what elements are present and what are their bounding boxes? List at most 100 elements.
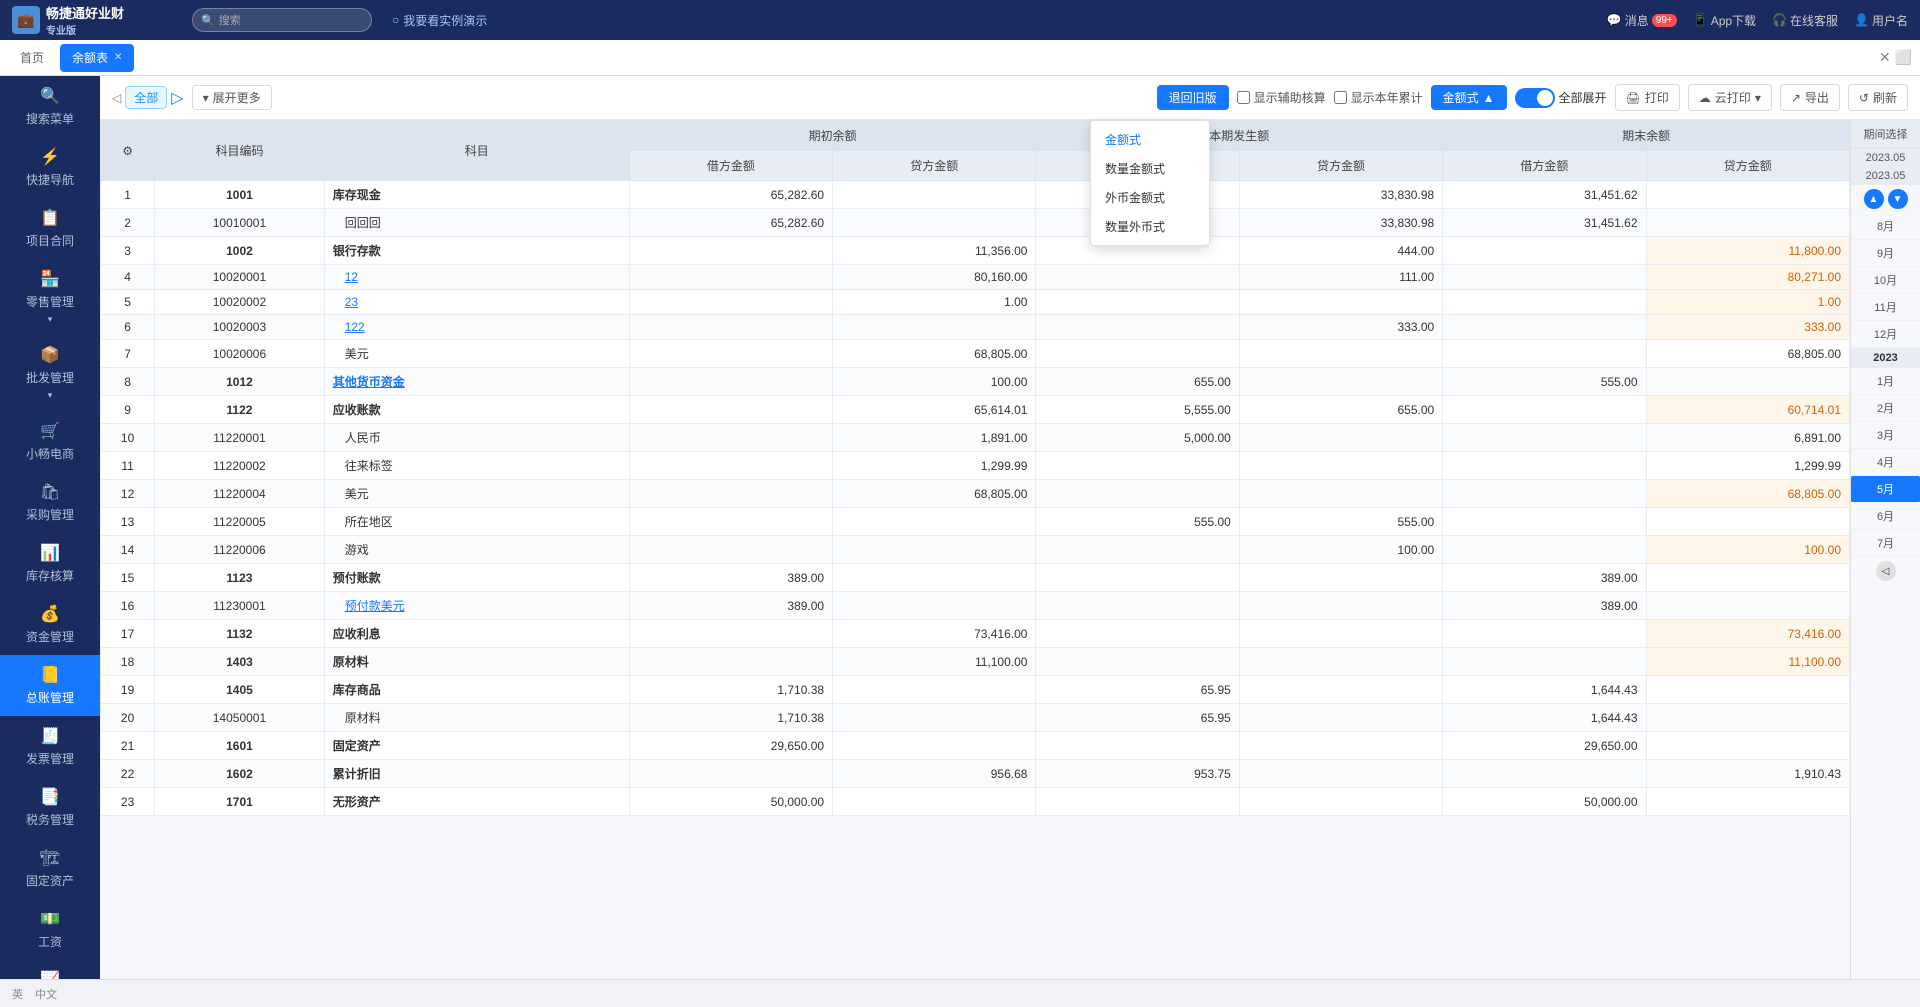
sidebar-item-quicknav[interactable]: ⚡ 快捷导航 bbox=[0, 137, 100, 198]
sidebar-label-salary: 工资 bbox=[38, 933, 62, 950]
status-lang-en[interactable]: 英 bbox=[12, 986, 23, 1002]
date-collapse-btn[interactable]: ◁ bbox=[1876, 561, 1896, 581]
cell-eb_dr bbox=[1443, 480, 1646, 508]
date-month-oct[interactable]: 10月 bbox=[1851, 267, 1920, 294]
cell-name: 人民币 bbox=[324, 424, 629, 452]
invoice-icon: 🧾 bbox=[40, 726, 60, 746]
date-nav-up[interactable]: ▲ bbox=[1864, 189, 1884, 209]
date-month-sep[interactable]: 9月 bbox=[1851, 240, 1920, 267]
filter-forward-icon[interactable]: ▷ bbox=[171, 88, 183, 108]
purchase-icon: 🛍 bbox=[40, 482, 60, 502]
message-btn[interactable]: 💬 消息 99+ bbox=[1607, 12, 1677, 29]
search-bar[interactable]: 🔍 搜索 bbox=[192, 8, 372, 32]
date-nav-down[interactable]: ▼ bbox=[1888, 189, 1908, 209]
project-icon: 📋 bbox=[40, 208, 60, 228]
nav-back-icon[interactable]: ◁ bbox=[112, 91, 121, 105]
mode-option-amount[interactable]: 金额式 bbox=[1091, 125, 1209, 154]
table-row: 210010001回回回65,282.6033,830.9831,451.62 bbox=[101, 209, 1850, 237]
cell-eb_dr bbox=[1443, 620, 1646, 648]
cell-code: 1002 bbox=[155, 237, 324, 265]
tab-home-label: 首页 bbox=[20, 49, 44, 66]
cell-cr bbox=[1239, 620, 1442, 648]
show-yearly-checkbox-group: 显示本年累计 bbox=[1334, 89, 1423, 106]
cell-eb_cr: 80,271.00 bbox=[1646, 265, 1849, 290]
close-window-btn[interactable]: ✕ bbox=[1879, 49, 1891, 66]
tab-balance[interactable]: 余额表 ✕ bbox=[60, 44, 134, 72]
refresh-btn[interactable]: ↺ 刷新 bbox=[1848, 84, 1908, 111]
online-service-btn[interactable]: 🎧 在线客服 bbox=[1772, 12, 1838, 29]
cell-name-link[interactable]: 23 bbox=[345, 295, 358, 309]
cloud-print-btn[interactable]: ☁ 云打印 ▾ bbox=[1688, 84, 1772, 111]
date-month-feb[interactable]: 2月 bbox=[1851, 395, 1920, 422]
sidebar-item-project[interactable]: 📋 项目合同 bbox=[0, 198, 100, 259]
sidebar-item-wholesale[interactable]: 📦 批发管理 ▾ bbox=[0, 335, 100, 411]
cell-code[interactable]: 10020003 bbox=[155, 315, 324, 340]
date-month-mar[interactable]: 3月 bbox=[1851, 422, 1920, 449]
cell-code[interactable]: 10020002 bbox=[155, 290, 324, 315]
cell-name-link[interactable]: 其他货币资金 bbox=[333, 375, 405, 389]
sidebar-item-retail[interactable]: 🏪 零售管理 ▾ bbox=[0, 259, 100, 335]
cell-ob_dr bbox=[629, 536, 832, 564]
tab-close-icon[interactable]: ✕ bbox=[114, 52, 122, 63]
back-old-version-btn[interactable]: 退回旧版 bbox=[1157, 85, 1229, 110]
cell-eb_cr bbox=[1646, 676, 1849, 704]
export-btn[interactable]: ↗ 导出 bbox=[1780, 84, 1840, 111]
date-month-jul[interactable]: 7月 bbox=[1851, 530, 1920, 557]
sidebar-item-inventory[interactable]: 📊 库存核算 bbox=[0, 533, 100, 594]
sidebar-item-capital[interactable]: 💰 资金管理 bbox=[0, 594, 100, 655]
sidebar-item-salary[interactable]: 💵 工资 bbox=[0, 899, 100, 960]
show-assist-checkbox[interactable] bbox=[1237, 91, 1250, 104]
demo-link[interactable]: ○ 我要看实例演示 bbox=[392, 12, 487, 29]
date-month-aug[interactable]: 8月 bbox=[1851, 213, 1920, 240]
cell-eb_cr: 6,891.00 bbox=[1646, 424, 1849, 452]
cell-eb_dr bbox=[1443, 265, 1646, 290]
cell-cr bbox=[1239, 480, 1442, 508]
cell-eb_cr bbox=[1646, 508, 1849, 536]
date-month-jun[interactable]: 6月 bbox=[1851, 503, 1920, 530]
sidebar-item-ledger[interactable]: 📒 总账管理 bbox=[0, 655, 100, 716]
cell-eb_cr: 1.00 bbox=[1646, 290, 1849, 315]
app-download-btn[interactable]: 📱 App下载 bbox=[1693, 12, 1756, 29]
date-month-dec[interactable]: 12月 bbox=[1851, 321, 1920, 348]
cell-code[interactable]: 10020001 bbox=[155, 265, 324, 290]
mode-dropdown-btn[interactable]: 金额式 ▲ bbox=[1431, 85, 1507, 110]
cell-code[interactable]: 1012 bbox=[155, 368, 324, 396]
cell-name-link[interactable]: 预付款美元 bbox=[345, 599, 405, 613]
date-month-may[interactable]: 5月 bbox=[1851, 476, 1920, 503]
user-avatar[interactable]: 👤 用户名 bbox=[1854, 12, 1908, 29]
cell-cr: 111.00 bbox=[1239, 265, 1442, 290]
right-panel: 期间选择 2023.05 2023.05 ▲ ▼ 8月 9月 10月 11月 1… bbox=[1850, 120, 1920, 979]
cell-code[interactable]: 11230001 bbox=[155, 592, 324, 620]
sidebar-item-purchase[interactable]: 🛍 采购管理 bbox=[0, 472, 100, 533]
sidebar-item-asset[interactable]: 🏗 固定资产 bbox=[0, 838, 100, 899]
cell-name-link[interactable]: 122 bbox=[345, 320, 365, 334]
table-row: 221602累计折旧956.68953.751,910.43 bbox=[101, 760, 1850, 788]
sidebar-item-search[interactable]: 🔍 搜索菜单 bbox=[0, 76, 100, 137]
cell-dr bbox=[1036, 290, 1239, 315]
sidebar-item-operations[interactable]: 📈 经营管理 bbox=[0, 960, 100, 979]
show-yearly-checkbox[interactable] bbox=[1334, 91, 1347, 104]
mode-option-qty-foreign[interactable]: 数量外币式 bbox=[1091, 212, 1209, 241]
filter-all-tag[interactable]: 全部 bbox=[125, 86, 167, 109]
maximize-btn[interactable]: ⬜ bbox=[1895, 49, 1912, 66]
date-month-nov[interactable]: 11月 bbox=[1851, 294, 1920, 321]
sidebar-item-tax[interactable]: 📑 税务管理 bbox=[0, 777, 100, 838]
cell-cr bbox=[1239, 290, 1442, 315]
print-btn[interactable]: 🖨 打印 bbox=[1615, 84, 1680, 111]
mode-option-foreign-amount[interactable]: 外币金额式 bbox=[1091, 183, 1209, 212]
expand-more-btn[interactable]: ▾ 展开更多 bbox=[192, 85, 272, 110]
tab-home[interactable]: 首页 bbox=[8, 44, 56, 72]
date-month-apr[interactable]: 4月 bbox=[1851, 449, 1920, 476]
cell-name-link[interactable]: 12 bbox=[345, 270, 358, 284]
sidebar-item-invoice[interactable]: 🧾 发票管理 bbox=[0, 716, 100, 777]
col-settings[interactable]: ⚙ bbox=[101, 121, 155, 181]
mode-option-qty-amount[interactable]: 数量金额式 bbox=[1091, 154, 1209, 183]
cell-eb_dr bbox=[1443, 648, 1646, 676]
cell-code: 10020006 bbox=[155, 340, 324, 368]
sidebar-item-ecommerce[interactable]: 🛒 小畅电商 bbox=[0, 411, 100, 472]
date-month-jan[interactable]: 1月 bbox=[1851, 368, 1920, 395]
cell-ob_cr bbox=[833, 315, 1036, 340]
expand-more-label: 展开更多 bbox=[213, 89, 261, 106]
cell-eb_cr: 1,299.99 bbox=[1646, 452, 1849, 480]
expand-all-toggle[interactable] bbox=[1515, 88, 1555, 108]
